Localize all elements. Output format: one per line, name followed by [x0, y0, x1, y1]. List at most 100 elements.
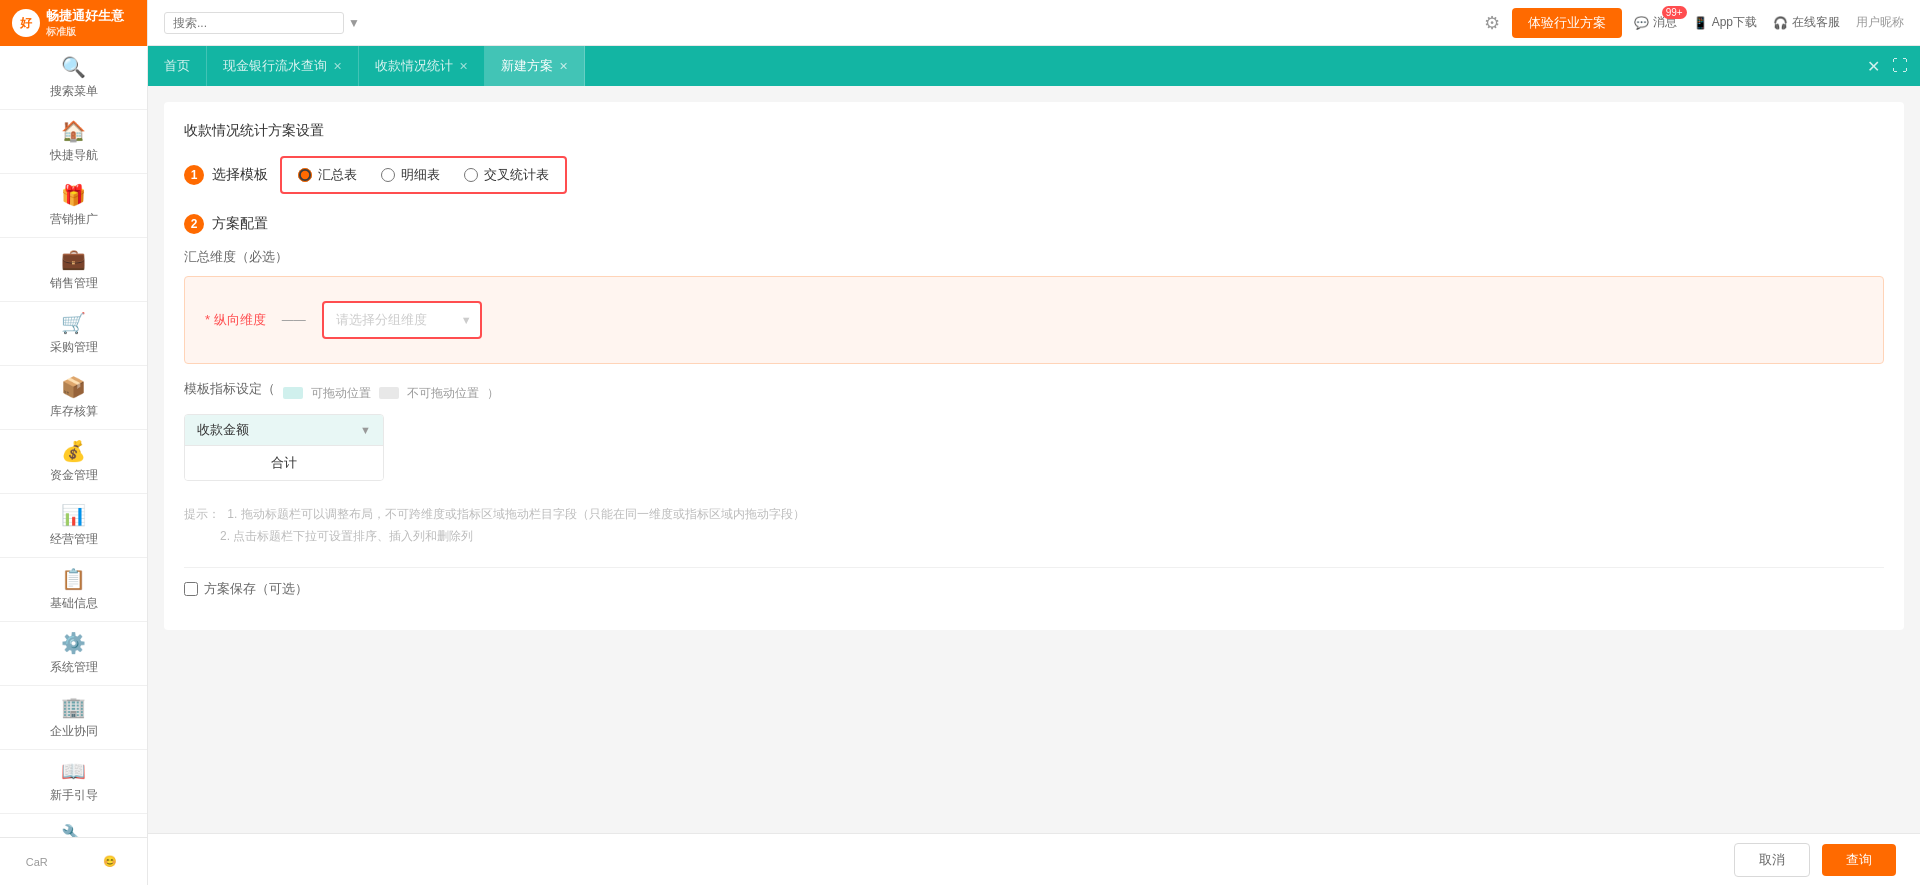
sidebar-item-system[interactable]: ⚙️ 系统管理: [0, 622, 147, 686]
sidebar-item-guide[interactable]: 📖 新手引导: [0, 750, 147, 814]
indicator-table: 收款金额 ▼ 合计: [184, 414, 384, 481]
option-summary-label: 汇总表: [318, 166, 357, 184]
chevron-down-icon[interactable]: ▼: [360, 424, 371, 436]
topbar: ▼ ⚙ 体验行业方案 💬 消息 99+ 📱 App下载 🎧 在线客服 用户昵称: [148, 0, 1920, 46]
sidebar-item-purchase[interactable]: 🛒 采购管理: [0, 302, 147, 366]
step1-num: 1: [184, 165, 204, 185]
sidebar-label-search: 搜索菜单: [50, 83, 98, 100]
tab-bank-flow-close[interactable]: ✕: [333, 60, 342, 73]
tab-new-plan-close[interactable]: ✕: [559, 60, 568, 73]
search-icon: 🔍: [61, 55, 86, 79]
tab-home[interactable]: 首页: [148, 46, 207, 86]
option-detail[interactable]: 明细表: [381, 166, 440, 184]
sidebar-item-sales[interactable]: 💼 销售管理: [0, 238, 147, 302]
sidebar-label-enterprise: 企业协同: [50, 723, 98, 740]
sidebar-item-basic-info[interactable]: 📋 基础信息: [0, 558, 147, 622]
sidebar-label-capital: 资金管理: [50, 467, 98, 484]
indicator-header-text: 收款金额: [197, 421, 249, 439]
sidebar-bottom-label2: 😊: [103, 855, 117, 868]
tips-tip2: 2. 点击标题栏下拉可设置排序、插入列和删除列: [220, 526, 1884, 548]
app-label: App下载: [1712, 14, 1757, 31]
radio-summary[interactable]: [298, 168, 312, 182]
sidebar-logo: 好 畅捷通好生意 标准版: [0, 0, 147, 46]
step2-num: 2: [184, 214, 204, 234]
step1-header: 1 选择模板 汇总表 明细表 交叉统计表: [184, 156, 1884, 194]
sidebar-label-sales: 销售管理: [50, 275, 98, 292]
dropdown-icon: ▼: [348, 16, 360, 30]
save-checkbox[interactable]: [184, 582, 198, 596]
sidebar-item-capital[interactable]: 💰 资金管理: [0, 430, 147, 494]
service-icon: 🎧: [1773, 16, 1788, 30]
tab-receive-stat-close[interactable]: ✕: [459, 60, 468, 73]
topbar-breadcrumb: ▼: [164, 12, 1472, 34]
sidebar-bottom-btn2[interactable]: 😊: [74, 838, 148, 885]
radio-cross[interactable]: [464, 168, 478, 182]
sidebar-item-quick-nav[interactable]: 🏠 快捷导航: [0, 110, 147, 174]
trial-button[interactable]: 体验行业方案: [1512, 8, 1622, 38]
sidebar-item-search[interactable]: 🔍 搜索菜单: [0, 46, 147, 110]
tab-new-plan-label: 新建方案: [501, 57, 553, 75]
topbar-right: 💬 消息 99+ 📱 App下载 🎧 在线客服 用户昵称: [1634, 14, 1904, 31]
query-button[interactable]: 查询: [1822, 844, 1896, 876]
sidebar-label-purchase: 采购管理: [50, 339, 98, 356]
content-card: 收款情况统计方案设置 1 选择模板 汇总表 明细表 交: [164, 102, 1904, 630]
dimension-arrow: ——: [282, 313, 306, 327]
step1-section: 1 选择模板 汇总表 明细表 交叉统计表: [184, 156, 1884, 194]
step1-title: 选择模板: [212, 166, 268, 184]
dropdown-arrow-icon: ▼: [461, 314, 472, 326]
box-icon: 📦: [61, 375, 86, 399]
logo-text: 畅捷通好生意: [46, 7, 124, 25]
tab-close-all-icon[interactable]: ✕: [1867, 57, 1880, 76]
cart-icon: 🛒: [61, 311, 86, 335]
logo-icon: 好: [12, 9, 40, 37]
gear-icon: ⚙️: [61, 631, 86, 655]
indicators-section: 模板指标设定（ 可拖动位置 不可拖动位置 ） 收款金额 ▼ 合计: [184, 380, 1884, 484]
sidebar-bottom-btn1[interactable]: CaR: [0, 838, 74, 885]
sidebar-item-marketing[interactable]: 🎁 营销推广: [0, 174, 147, 238]
radio-detail[interactable]: [381, 168, 395, 182]
building-icon: 🏢: [61, 695, 86, 719]
template-options: 汇总表 明细表 交叉统计表: [280, 156, 567, 194]
indicators-hint-close: ）: [487, 385, 499, 402]
sidebar-bottom-label1: CaR: [26, 856, 48, 868]
sidebar-label-guide: 新手引导: [50, 787, 98, 804]
gift-icon: 🎁: [61, 183, 86, 207]
indicator-cell-total: 合计: [185, 445, 383, 480]
main-content: 收款情况统计方案设置 1 选择模板 汇总表 明细表 交: [148, 86, 1920, 885]
tab-new-plan[interactable]: 新建方案 ✕: [485, 46, 585, 86]
page-title: 收款情况统计方案设置: [184, 122, 1884, 140]
message-badge[interactable]: 💬 消息 99+: [1634, 14, 1677, 31]
tab-bank-flow[interactable]: 现金银行流水查询 ✕: [207, 46, 359, 86]
user-name: 用户昵称: [1856, 14, 1904, 31]
tab-expand-icon[interactable]: ⛶: [1892, 57, 1908, 75]
app-download[interactable]: 📱 App下载: [1693, 14, 1757, 31]
tips-area: 提示： 1. 拖动标题栏可以调整布局，不可跨维度或指标区域拖动栏目字段（只能在同…: [184, 504, 1884, 547]
service-label: 在线客服: [1792, 14, 1840, 31]
option-summary[interactable]: 汇总表: [298, 166, 357, 184]
cancel-button[interactable]: 取消: [1734, 843, 1810, 877]
dimension-subsection: 汇总维度（必选） * 纵向维度 —— 请选择分组维度 ▼: [184, 248, 1884, 364]
dimension-select[interactable]: 请选择分组维度 ▼: [322, 301, 482, 339]
sidebar-item-operation[interactable]: 📊 经营管理: [0, 494, 147, 558]
movable-hint-text: 可拖动位置: [311, 385, 371, 402]
sidebar-label-quick-nav: 快捷导航: [50, 147, 98, 164]
sidebar-label-inventory: 库存核算: [50, 403, 98, 420]
bottom-bar: 取消 查询: [148, 833, 1920, 885]
online-service[interactable]: 🎧 在线客服: [1773, 14, 1840, 31]
sidebar-bottom: CaR 😊: [0, 837, 147, 885]
option-cross[interactable]: 交叉统计表: [464, 166, 549, 184]
sidebar-label-marketing: 营销推广: [50, 211, 98, 228]
sidebar-item-hardware[interactable]: 🔧 智能硬件: [0, 814, 147, 837]
sidebar-label-basic-info: 基础信息: [50, 595, 98, 612]
sidebar-item-inventory[interactable]: 📦 库存核算: [0, 366, 147, 430]
settings-icon[interactable]: ⚙: [1484, 12, 1500, 34]
tabbar: 首页 现金银行流水查询 ✕ 收款情况统计 ✕ 新建方案 ✕ ✕ ⛶: [148, 46, 1920, 86]
sidebar-label-operation: 经营管理: [50, 531, 98, 548]
topbar-search-input[interactable]: [164, 12, 344, 34]
tab-bank-flow-label: 现金银行流水查询: [223, 57, 327, 75]
tab-receive-stat-label: 收款情况统计: [375, 57, 453, 75]
option-detail-label: 明细表: [401, 166, 440, 184]
sidebar-item-enterprise[interactable]: 🏢 企业协同: [0, 686, 147, 750]
tab-receive-stat[interactable]: 收款情况统计 ✕: [359, 46, 485, 86]
locked-hint-text: 不可拖动位置: [407, 385, 479, 402]
